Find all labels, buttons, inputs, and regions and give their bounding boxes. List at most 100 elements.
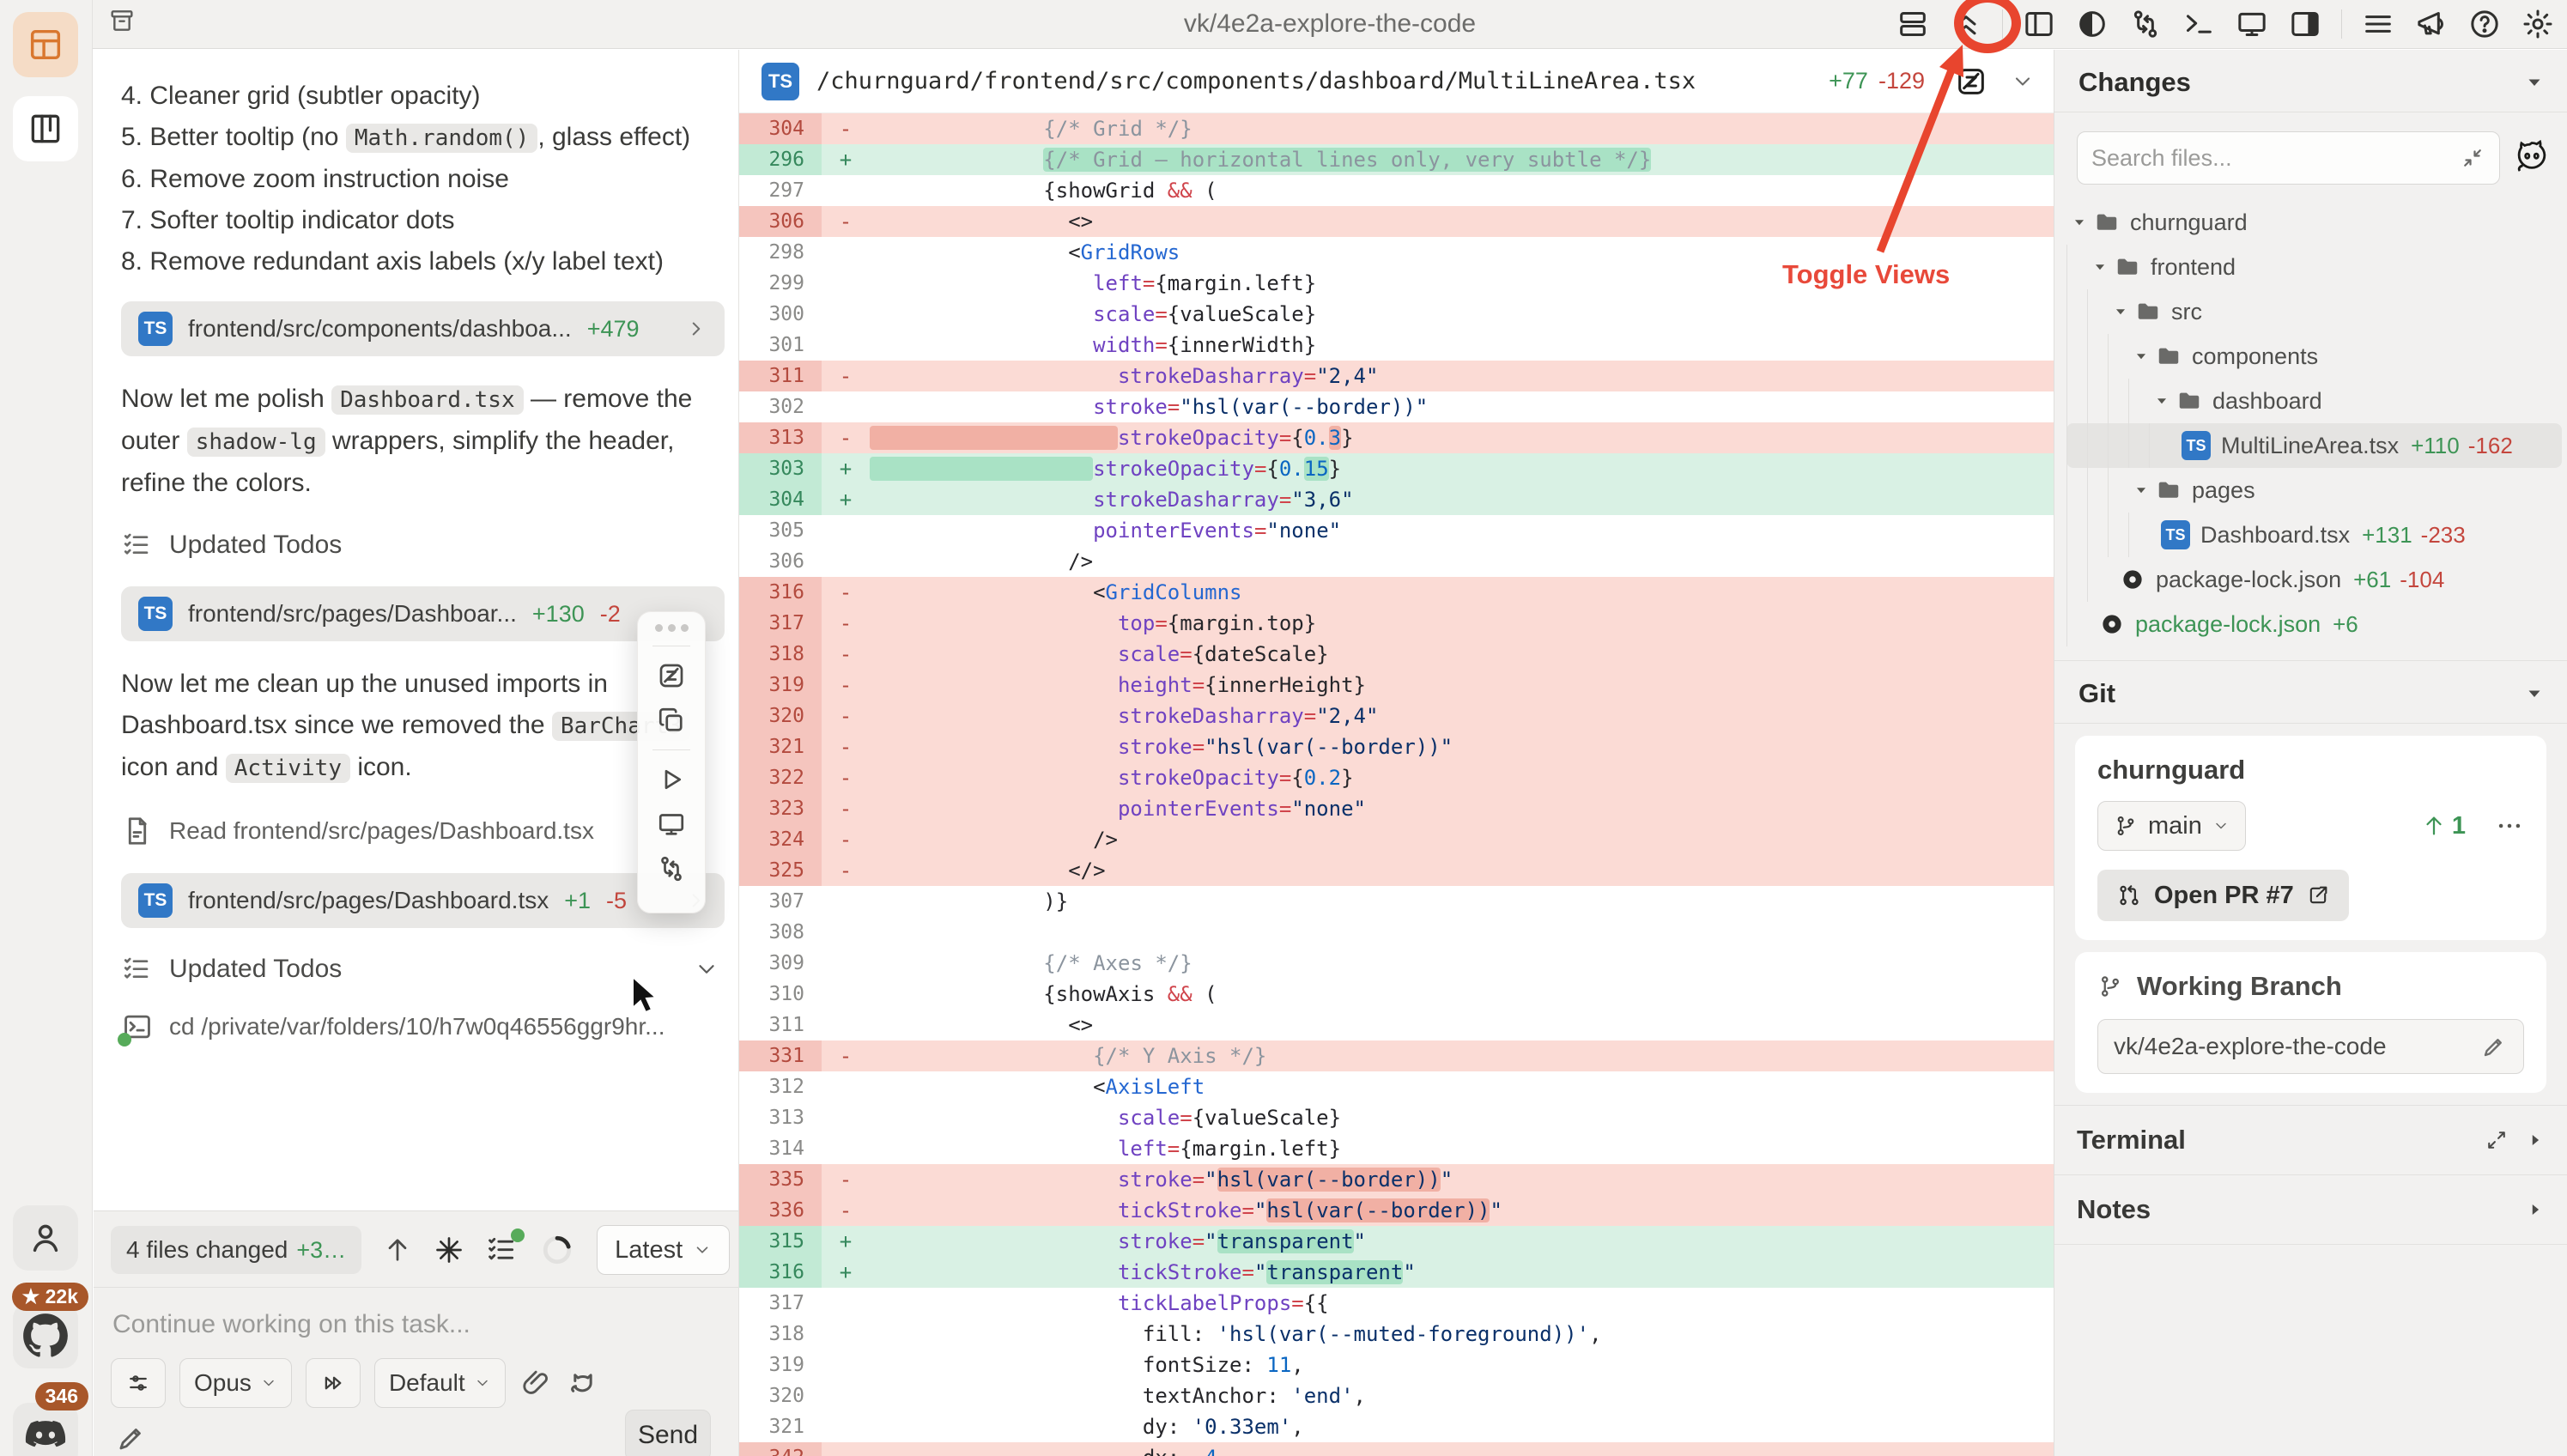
person-icon xyxy=(26,1218,65,1258)
panel-right-icon[interactable] xyxy=(2288,7,2322,41)
assistant-list: 4. Cleaner grid (subtler opacity)5. Bett… xyxy=(121,76,725,282)
diff-row: 304- {/* Grid */} xyxy=(739,113,2054,144)
triangle-down-icon xyxy=(2524,683,2545,704)
tree-item-package-lock-json[interactable]: package-lock.json+6 xyxy=(2066,602,2562,646)
github-link[interactable]: ★ 22k xyxy=(13,1303,78,1368)
diff-row: 303+ strokeOpacity={0.15} xyxy=(739,453,2054,484)
push-ahead-indicator[interactable]: 1 xyxy=(2421,812,2466,840)
scroll-to-top-icon[interactable] xyxy=(382,1235,413,1265)
collapse-up-icon[interactable] xyxy=(1949,7,1983,41)
tree-item-multilinearea-tsx[interactable]: TSMultiLineArea.tsx+110-162 xyxy=(2066,423,2562,468)
diff-row: 322- strokeOpacity={0.2} xyxy=(739,762,2054,793)
diff-row: 298 <GridRows xyxy=(739,237,2054,268)
diff-row: 319- height={innerHeight} xyxy=(739,670,2054,701)
external-link-icon xyxy=(2306,883,2330,907)
diff-row: 316+ tickStroke="transparent" xyxy=(739,1257,2054,1288)
package-icon xyxy=(2120,567,2145,592)
github-cat-icon[interactable] xyxy=(2514,140,2550,176)
git-section-header[interactable]: Git xyxy=(2054,661,2567,723)
diff-deletions: -129 xyxy=(1878,68,1925,94)
repo-name: churnguard xyxy=(2097,755,2524,786)
expand-icon[interactable] xyxy=(2485,1128,2509,1152)
kanban-view-button[interactable] xyxy=(13,96,78,161)
git-more-button[interactable] xyxy=(2495,811,2524,840)
monitor-icon[interactable] xyxy=(656,809,687,840)
tree-item-components[interactable]: components xyxy=(2066,334,2562,379)
terminal-section-header[interactable]: Terminal xyxy=(2054,1105,2567,1174)
diff-row: 315+ stroke="transparent" xyxy=(739,1226,2054,1257)
chevron-down-icon[interactable] xyxy=(2011,70,2035,94)
version-dropdown[interactable]: Latest xyxy=(597,1225,730,1275)
tree-item-frontend[interactable]: frontend xyxy=(2066,245,2562,289)
diff-row: 296+ {/* Grid — horizontal lines only, v… xyxy=(739,144,2054,175)
drag-handle-icon[interactable] xyxy=(655,624,689,632)
diff-mode-icon[interactable] xyxy=(1954,64,1988,99)
updated-todos-row[interactable]: Updated Todos xyxy=(121,530,725,561)
collapse-tree-icon[interactable] xyxy=(2460,145,2485,171)
files-changed-chip[interactable]: 4 files changed +3… xyxy=(111,1226,361,1274)
panel-left-icon[interactable] xyxy=(2022,7,2056,41)
triangle-right-icon xyxy=(2526,1131,2545,1150)
ts-file-icon: TS xyxy=(2182,431,2211,460)
file-edit-chip[interactable]: TSfrontend/src/pages/Dashboard.tsx+1-5 xyxy=(121,873,725,928)
attach-icon[interactable] xyxy=(519,1367,552,1399)
diff-row: 300 scale={valueScale} xyxy=(739,299,2054,330)
layout-view-button[interactable] xyxy=(13,12,78,77)
tool-action-row[interactable]: Read frontend/src/pages/Dashboard.tsx xyxy=(121,815,725,847)
toggle-views-icon[interactable] xyxy=(1896,7,1930,41)
branch-dropdown[interactable]: main xyxy=(2097,801,2246,851)
gear-icon[interactable] xyxy=(2521,7,2555,41)
diff-row: 305 pointerEvents="none" xyxy=(739,515,2054,546)
search-input[interactable] xyxy=(2091,145,2460,172)
fast-forward-button[interactable] xyxy=(306,1358,361,1408)
help-icon[interactable] xyxy=(2467,7,2502,41)
theme-contrast-icon[interactable] xyxy=(2075,7,2109,41)
chat-input[interactable] xyxy=(112,1310,696,1339)
notes-section-header[interactable]: Notes xyxy=(2054,1174,2567,1245)
tree-item-dashboard-tsx[interactable]: TSDashboard.tsx+131-233 xyxy=(2066,513,2562,557)
send-button[interactable]: Send xyxy=(625,1410,711,1456)
file-search[interactable] xyxy=(2077,131,2500,185)
tree-item-package-lock-json[interactable]: package-lock.json+61-104 xyxy=(2066,557,2562,602)
file-edit-chip[interactable]: TSfrontend/src/components/dashboa...+479 xyxy=(121,301,725,356)
tree-item-pages[interactable]: pages xyxy=(2066,468,2562,513)
tool-action-row[interactable]: cd /private/var/folders/10/h7w0q46556ggr… xyxy=(121,1010,725,1043)
megaphone-icon[interactable] xyxy=(2414,7,2449,41)
profile-button[interactable] xyxy=(13,1205,78,1271)
diff-file-header: TS /churnguard/frontend/src/components/d… xyxy=(739,50,2054,113)
model-dropdown[interactable]: Opus xyxy=(179,1358,292,1408)
terminal-prompt-icon[interactable] xyxy=(2182,7,2216,41)
github-stars-badge: ★ 22k xyxy=(12,1283,88,1311)
menu-icon[interactable] xyxy=(2361,7,2395,41)
copy-icon[interactable] xyxy=(656,705,687,736)
list-item: 8. Remove redundant axis labels (x/y lab… xyxy=(121,241,725,282)
file-edit-chip[interactable]: TSfrontend/src/pages/Dashboar...+130-2 xyxy=(121,586,725,641)
play-icon[interactable] xyxy=(656,764,687,795)
ts-file-icon: TS xyxy=(2161,520,2190,549)
sparkle-icon[interactable] xyxy=(434,1235,464,1265)
monitor-icon[interactable] xyxy=(2235,7,2269,41)
changes-section-header[interactable]: Changes xyxy=(2054,50,2567,112)
edit-branch-icon[interactable] xyxy=(2480,1033,2508,1060)
discord-link[interactable]: 346 xyxy=(13,1403,78,1456)
diff-row: 321 dy: '0.33em', xyxy=(739,1411,2054,1442)
caret-down-icon xyxy=(2132,347,2151,366)
todos-status-icon[interactable] xyxy=(485,1234,518,1266)
tree-item-src[interactable]: src xyxy=(2066,289,2562,334)
git-compare-icon[interactable] xyxy=(656,853,687,884)
chevron-down-icon[interactable] xyxy=(694,956,719,982)
tree-item-dashboard[interactable]: dashboard xyxy=(2066,379,2562,423)
working-branch-field[interactable] xyxy=(2097,1019,2524,1074)
working-branch-input[interactable] xyxy=(2114,1033,2480,1060)
kanban-icon xyxy=(27,110,64,148)
git-compare-icon[interactable] xyxy=(2128,7,2163,41)
mode-dropdown[interactable]: Default xyxy=(374,1358,506,1408)
cat-agent-icon[interactable] xyxy=(566,1366,600,1400)
settings-sliders-button[interactable] xyxy=(111,1358,166,1408)
updated-todos-row[interactable]: Updated Todos xyxy=(121,954,725,985)
tree-item-churnguard[interactable]: churnguard xyxy=(2066,200,2562,245)
draw-pen-icon[interactable] xyxy=(114,1422,147,1454)
folder-icon xyxy=(2094,209,2120,235)
open-pr-button[interactable]: Open PR #7 xyxy=(2097,870,2349,921)
diff-view-icon[interactable] xyxy=(656,660,687,691)
